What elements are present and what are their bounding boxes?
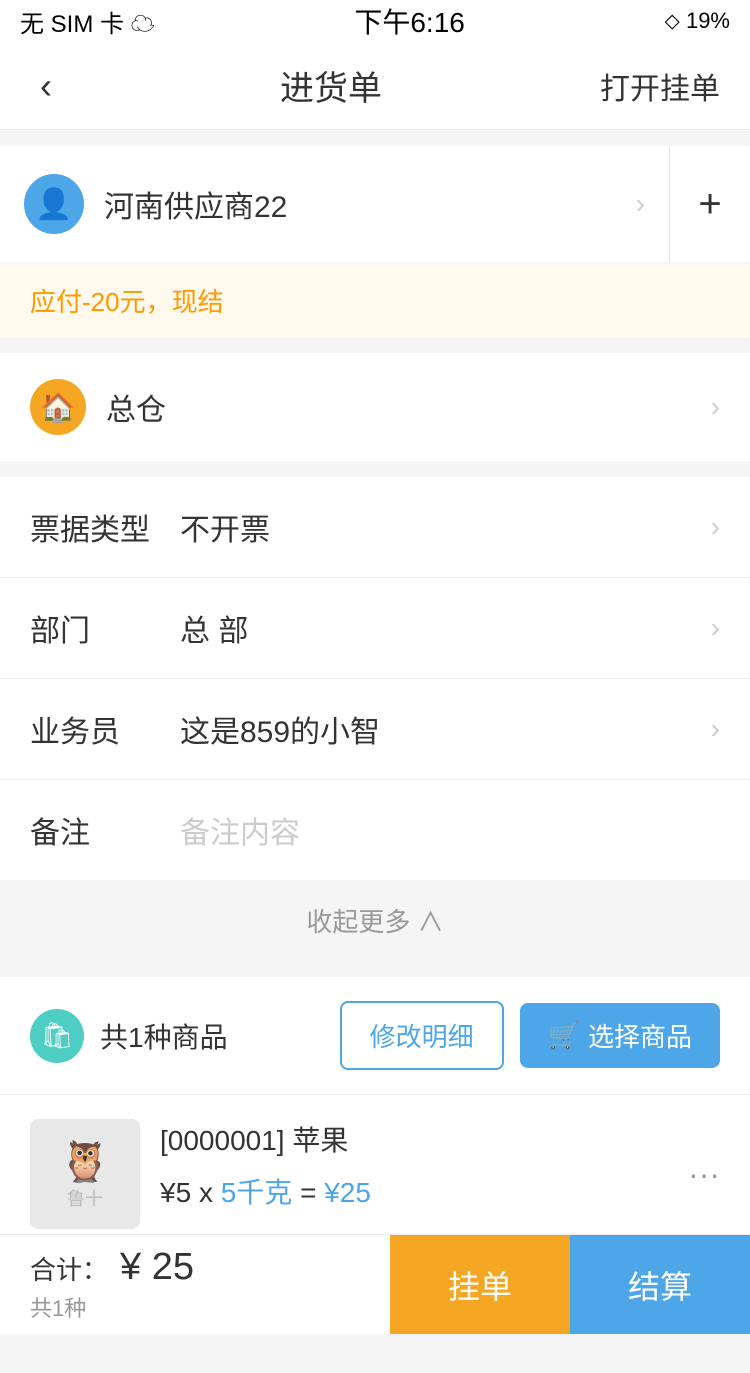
products-section: 🛍 共1种商品 修改明细 🛒 选择商品 🦉 鲁十 [0000001] 苹果 ¥5… <box>0 977 750 1253</box>
product-name: [0000001] 苹果 <box>160 1119 668 1159</box>
chevron-right-icon: › <box>711 511 720 543</box>
signal-text: 无 SIM 卡 ☁ <box>20 4 155 39</box>
invoice-type-value: 不开票 <box>180 505 701 549</box>
product-info: [0000001] 苹果 ¥5 x 5千克 = ¥25 <box>160 1119 668 1211</box>
status-time: 下午6:16 <box>354 1 465 41</box>
product-item: 🦉 鲁十 [0000001] 苹果 ¥5 x 5千克 = ¥25 ··· <box>0 1095 750 1253</box>
warning-banner: 应付-20元，现结 <box>0 264 750 337</box>
product-total: ¥25 <box>324 1177 371 1208</box>
status-left: 无 SIM 卡 ☁ <box>20 4 155 39</box>
invoice-type-label: 票据类型 <box>30 505 180 549</box>
product-multiply: x <box>199 1177 221 1208</box>
product-thumb-label: 鲁十 <box>67 1185 103 1211</box>
total-row: 合计： ¥ 25 <box>30 1246 360 1289</box>
collapse-button[interactable]: 收起更多 ∧ <box>0 880 750 961</box>
remark-row[interactable]: 备注 备注内容 <box>0 780 750 880</box>
total-section: 合计： ¥ 25 共1种 <box>0 1235 390 1334</box>
home-icon: 🏠 <box>41 391 76 424</box>
total-sub: 共1种 <box>30 1291 360 1323</box>
edit-detail-button[interactable]: 修改明细 <box>340 1001 504 1070</box>
select-product-button[interactable]: 🛒 选择商品 <box>520 1003 720 1068</box>
supplier-section: 👤 河南供应商22 › + <box>0 146 750 262</box>
warehouse-icon: 🏠 <box>30 379 86 435</box>
shopping-bag-icon: 🛍 <box>40 1020 73 1051</box>
supplier-avatar: 👤 <box>24 174 84 234</box>
total-label: 合计： <box>30 1250 108 1287</box>
warehouse-section: 🏠 总仓 › <box>0 353 750 461</box>
chevron-right-icon: › <box>711 391 720 423</box>
owl-icon: 🦉 <box>60 1138 110 1185</box>
department-row[interactable]: 部门 总 部 › <box>0 578 750 679</box>
nav-bar: ‹ 进货单 打开挂单 <box>0 42 750 130</box>
supplier-name: 河南供应商22 <box>104 182 626 226</box>
battery-level: 19% <box>686 8 730 34</box>
product-code: [0000001] <box>160 1125 285 1156</box>
products-header: 🛍 共1种商品 修改明细 🛒 选择商品 <box>0 977 750 1095</box>
product-price-row: ¥5 x 5千克 = ¥25 <box>160 1171 668 1211</box>
warehouse-name: 总仓 <box>106 385 701 429</box>
invoice-type-row[interactable]: 票据类型 不开票 › <box>0 477 750 578</box>
remark-label: 备注 <box>30 808 180 852</box>
department-label: 部门 <box>30 606 180 650</box>
remark-value: 备注内容 <box>180 808 720 852</box>
product-unit-price: ¥5 <box>160 1177 191 1208</box>
battery-icon: ⬦ <box>665 8 680 34</box>
add-supplier-button[interactable]: + <box>670 146 750 262</box>
supplier-selector[interactable]: 👤 河南供应商22 › <box>0 146 670 262</box>
salesperson-value: 这是859的小智 <box>180 707 701 751</box>
status-right: ⬦ 19% <box>665 8 730 34</box>
chevron-right-icon: › <box>636 188 645 220</box>
chevron-right-icon: › <box>711 612 720 644</box>
hang-order-button[interactable]: 挂单 <box>390 1235 570 1334</box>
status-bar: 无 SIM 卡 ☁ 下午6:16 ⬦ 19% <box>0 0 750 42</box>
bottom-bar: 合计： ¥ 25 共1种 挂单 结算 <box>0 1234 750 1334</box>
checkout-button[interactable]: 结算 <box>570 1235 750 1334</box>
product-equals: = <box>300 1177 324 1208</box>
back-button[interactable]: ‹ <box>30 55 62 117</box>
open-pending-button[interactable]: 打开挂单 <box>600 64 720 108</box>
product-quantity: 5千克 <box>221 1177 293 1208</box>
total-amount: ¥ 25 <box>120 1246 194 1289</box>
product-title: 苹果 <box>292 1125 348 1156</box>
form-section: 票据类型 不开票 › 部门 总 部 › 业务员 这是859的小智 › 备注 备注… <box>0 477 750 880</box>
product-count: 共1种商品 <box>100 1016 340 1056</box>
warehouse-selector[interactable]: 🏠 总仓 › <box>0 353 750 461</box>
products-icon: 🛍 <box>30 1009 84 1063</box>
department-value: 总 部 <box>180 606 701 650</box>
chevron-right-icon: › <box>711 713 720 745</box>
salesperson-label: 业务员 <box>30 707 180 751</box>
cart-icon: 🛒 <box>548 1020 580 1051</box>
select-product-label: 选择商品 <box>588 1017 692 1054</box>
product-more-button[interactable]: ··· <box>688 1156 720 1193</box>
product-thumbnail: 🦉 鲁十 <box>30 1119 140 1229</box>
person-icon: 👤 <box>35 187 72 222</box>
salesperson-row[interactable]: 业务员 这是859的小智 › <box>0 679 750 780</box>
collapse-label: 收起更多 ∧ <box>306 902 443 939</box>
page-title: 进货单 <box>280 61 382 110</box>
